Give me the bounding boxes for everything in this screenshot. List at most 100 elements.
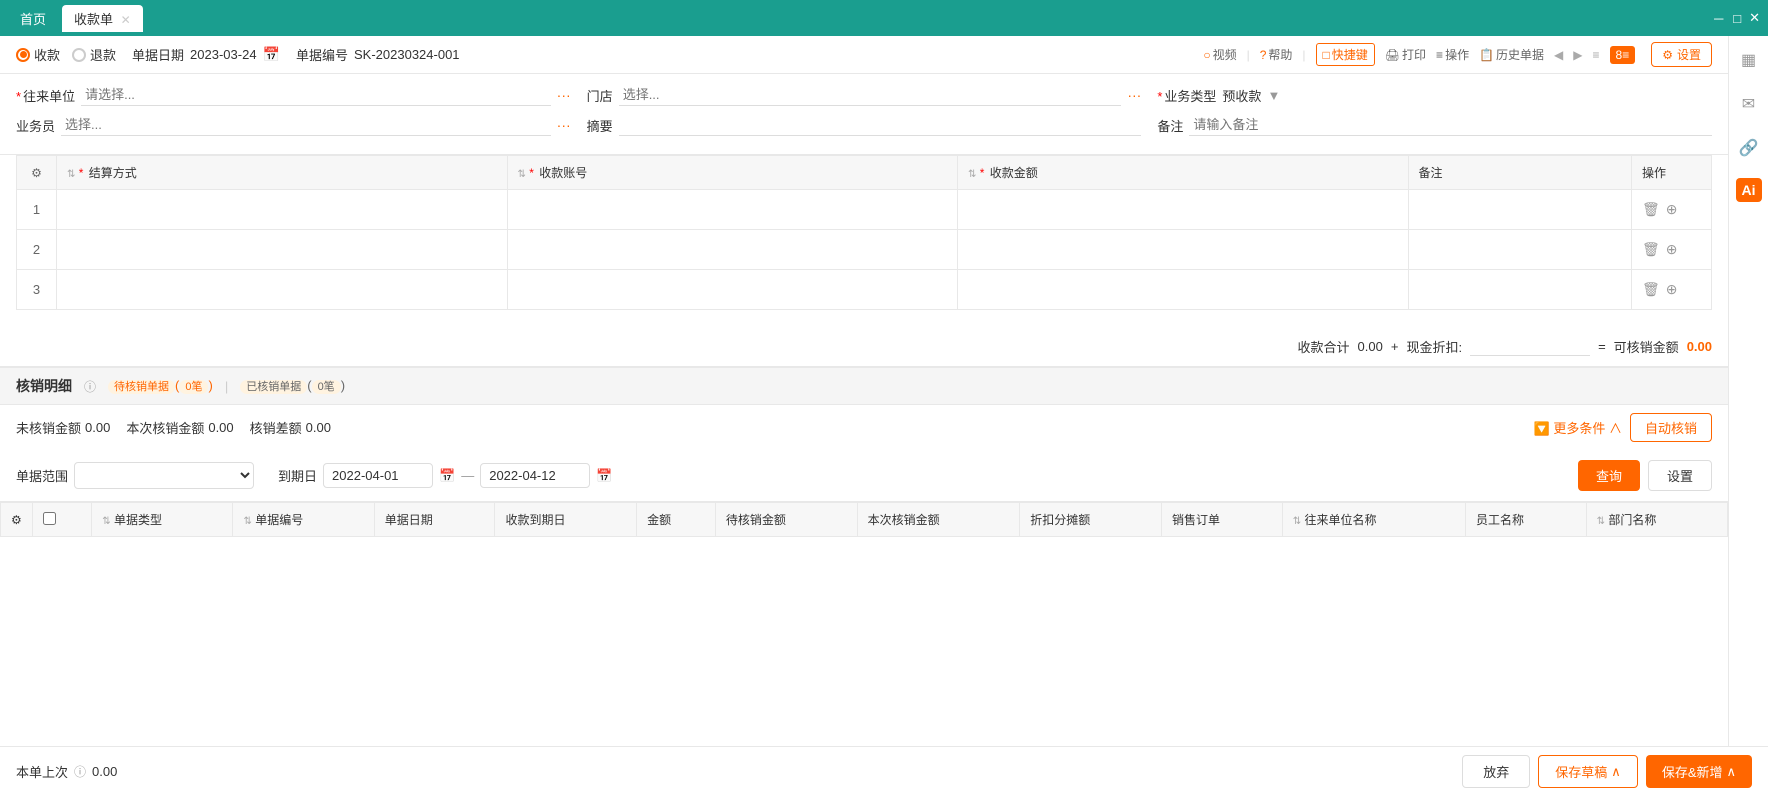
staff-more-icon[interactable]: ···: [557, 117, 571, 133]
date-to-input[interactable]: [480, 463, 590, 488]
close-btn[interactable]: ✕: [1749, 10, 1760, 26]
cell-payment-method-1[interactable]: [57, 190, 508, 230]
calendar-from-icon[interactable]: 📅: [439, 468, 455, 484]
verification-section-header: 核销明细 ⓘ 待核销单据(0笔) | 已核销单据(0笔): [0, 367, 1728, 405]
col-dept-name: ⇅ 部门名称: [1586, 503, 1727, 537]
radio-refund[interactable]: 退款: [72, 45, 116, 64]
prev-next-value: 0.00: [92, 764, 117, 779]
cell-note-1[interactable]: [1408, 190, 1631, 230]
verified-tab[interactable]: 已核销单据(0笔): [240, 378, 345, 394]
info-icon[interactable]: ⓘ: [74, 763, 86, 780]
filter-stats-row: 未核销金额 0.00 本次核销金额 0.00 核销差额 0.00 🔽 更多条件 …: [0, 405, 1728, 450]
col-sales-order: 销售订单: [1162, 503, 1283, 537]
range-field: 单据范围: [16, 462, 254, 489]
nav-home[interactable]: 首页: [8, 5, 58, 32]
receipt-table: ⚙ ⇅ * 结算方式 ⇅ * 收款账号 ⇅: [16, 155, 1712, 310]
col-doc-date: 单据日期: [374, 503, 495, 537]
section-info-icon[interactable]: ⓘ: [84, 378, 96, 395]
pending-tab[interactable]: 待核销单据(0笔): [108, 378, 213, 394]
table-settings-icon[interactable]: ⚙: [31, 166, 42, 180]
query-button[interactable]: 查询: [1578, 460, 1640, 491]
cell-amount-2[interactable]: [958, 230, 1409, 270]
delete-row-1-icon[interactable]: 🗑: [1642, 201, 1660, 218]
col-action: 操作: [1632, 156, 1712, 190]
counterparty-input[interactable]: [81, 84, 551, 106]
cell-payment-method-3[interactable]: [57, 270, 508, 310]
staff-input[interactable]: [61, 114, 551, 136]
range-select[interactable]: [74, 462, 254, 489]
store-input[interactable]: [619, 84, 1122, 106]
row-number: 2: [17, 230, 57, 270]
save-new-button[interactable]: 保存&新增 ∧: [1646, 755, 1752, 788]
summary-input[interactable]: [619, 114, 1142, 136]
cell-amount-3[interactable]: [958, 270, 1409, 310]
operations-btn[interactable]: ≡ 操作: [1436, 46, 1469, 63]
maximize-btn[interactable]: □: [1733, 11, 1741, 26]
select-all-checkbox[interactable]: [43, 512, 56, 525]
layout-toggle[interactable]: 8≡: [1610, 46, 1636, 64]
col-current-verify-amount: 本次核销金额: [857, 503, 1020, 537]
bottom-table: ⚙ ⇅ 单据类型 ⇅ 单据编号: [0, 502, 1728, 537]
col-amount: 金额: [637, 503, 716, 537]
panel-ai-icon[interactable]: Ai: [1736, 178, 1762, 202]
draft-dropdown-icon[interactable]: ∧: [1611, 764, 1621, 780]
summary-field: 摘要: [587, 114, 1142, 136]
top-nav: 首页 收款单 ✕ － □ ✕: [0, 0, 1768, 36]
discard-button[interactable]: 放弃: [1462, 755, 1530, 788]
shortcut-btn[interactable]: □ 快捷键: [1316, 43, 1375, 66]
receipt-type-radio: 收款 退款: [16, 45, 116, 64]
date-from-input[interactable]: [323, 463, 433, 488]
col-discount: 折扣分摊额: [1020, 503, 1162, 537]
bottom-bar: 本单上次 ⓘ 0.00 放弃 保存草稿 ∧ 保存&新增 ∧: [0, 746, 1768, 796]
table-row: 3 🗑 ⊕: [17, 270, 1712, 310]
minimize-btn[interactable]: －: [1712, 9, 1725, 28]
counterparty-more-icon[interactable]: ···: [557, 87, 571, 103]
help-btn[interactable]: ? 帮助: [1260, 46, 1293, 63]
print-btn[interactable]: 🖨 打印: [1385, 46, 1426, 63]
discount-label: 现金折扣:: [1406, 337, 1462, 356]
cell-account-2[interactable]: [507, 230, 958, 270]
store-more-icon[interactable]: ···: [1127, 87, 1141, 103]
close-tab-icon[interactable]: ✕: [121, 13, 131, 27]
more-conditions-btn[interactable]: 🔽 更多条件 ∧: [1534, 418, 1622, 437]
auto-cancel-button[interactable]: 自动核销: [1630, 413, 1712, 442]
video-btn[interactable]: ○ 视频: [1203, 46, 1236, 63]
save-new-dropdown-icon[interactable]: ∧: [1726, 764, 1736, 780]
history-btn[interactable]: 📋 历史单据: [1479, 46, 1544, 63]
cell-note-3[interactable]: [1408, 270, 1631, 310]
settings2-button[interactable]: 设置: [1648, 460, 1712, 491]
business-type-dropdown-icon[interactable]: ▼: [1267, 88, 1280, 103]
col-note: 备注: [1408, 156, 1631, 190]
copy-row-2-icon[interactable]: ⊕: [1666, 241, 1678, 258]
window-controls: － □ ✕: [1712, 9, 1760, 28]
cell-account-3[interactable]: [507, 270, 958, 310]
cell-payment-method-2[interactable]: [57, 230, 508, 270]
calendar-to-icon[interactable]: 📅: [596, 468, 612, 484]
radio-receipt-circle: [16, 48, 30, 62]
note-input[interactable]: [1189, 114, 1712, 136]
setting-button[interactable]: ⚙ 设置: [1651, 42, 1712, 67]
col-payment-method: ⇅ * 结算方式: [57, 156, 508, 190]
panel-table-icon[interactable]: ▦: [1737, 46, 1760, 74]
discount-input[interactable]: [1470, 336, 1590, 356]
total-label: 收款合计: [1298, 337, 1350, 356]
delete-row-3-icon[interactable]: 🗑: [1642, 281, 1660, 298]
panel-link-icon[interactable]: 🔗: [1735, 134, 1763, 162]
copy-row-1-icon[interactable]: ⊕: [1666, 201, 1678, 218]
cell-amount-1[interactable]: [958, 190, 1409, 230]
calendar-icon[interactable]: 📅: [263, 46, 280, 63]
cell-account-1[interactable]: [507, 190, 958, 230]
row-number: 1: [17, 190, 57, 230]
radio-receipt[interactable]: 收款: [16, 45, 60, 64]
counterparty-field: *往来单位 ···: [16, 84, 571, 106]
row-number: 3: [17, 270, 57, 310]
cell-note-2[interactable]: [1408, 230, 1631, 270]
save-draft-button[interactable]: 保存草稿 ∧: [1538, 755, 1638, 788]
copy-row-3-icon[interactable]: ⊕: [1666, 281, 1678, 298]
delete-row-2-icon[interactable]: 🗑: [1642, 241, 1660, 258]
settings-col-icon[interactable]: ⚙: [11, 513, 22, 527]
panel-email-icon[interactable]: ✉: [1738, 90, 1759, 118]
number-field: 单据编号 SK-20230324-001: [296, 45, 460, 64]
summary-row: 收款合计 0.00 + 现金折扣: = 可核销金额 0.00: [0, 326, 1728, 367]
nav-tab-receipt[interactable]: 收款单 ✕: [62, 5, 143, 32]
